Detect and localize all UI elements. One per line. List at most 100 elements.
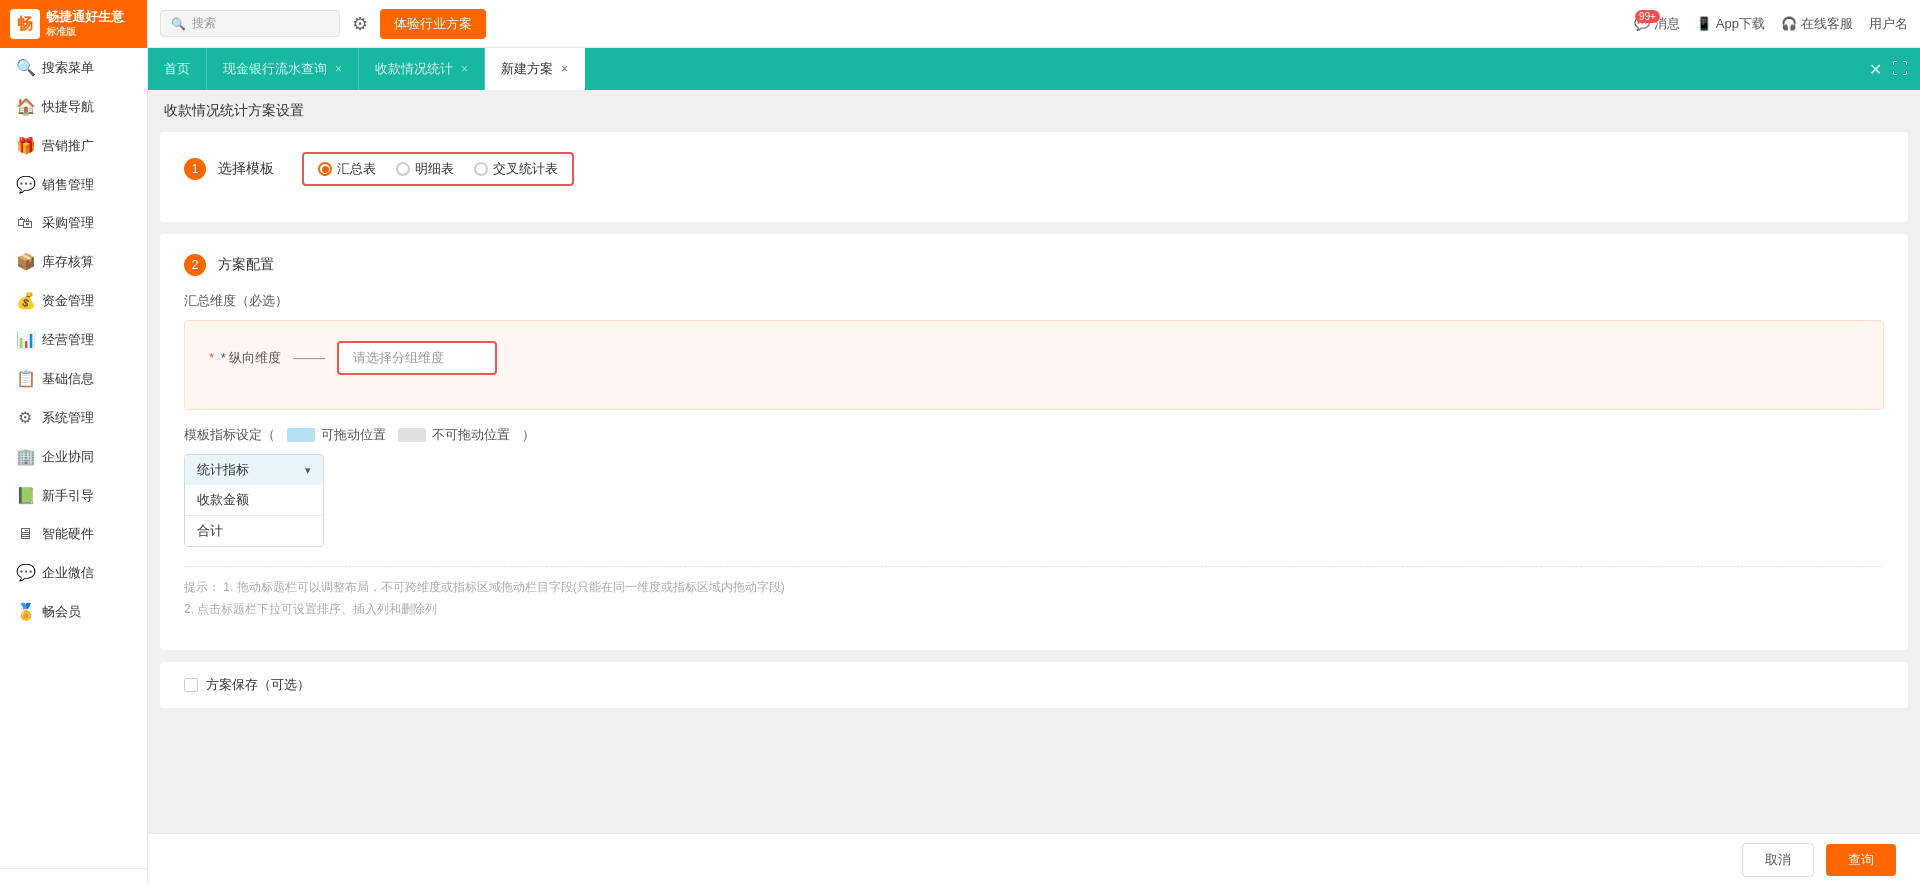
wechat-icon: 💬 <box>16 563 34 582</box>
row-label: * * 纵向维度 <box>209 349 281 367</box>
search-menu-label: 搜索菜单 <box>42 59 94 77</box>
app-label: App下载 <box>1716 15 1765 33</box>
cancel-button[interactable]: 取消 <box>1742 843 1814 877</box>
radio-cross-circle <box>474 162 488 176</box>
sidebar-item-base-info[interactable]: 📋 基础信息 <box>0 359 147 398</box>
metrics-row-total-label: 合计 <box>197 523 223 538</box>
sidebar-item-quick-nav[interactable]: 🏠快捷导航 <box>0 87 147 126</box>
tab-expand-icon[interactable]: ⛶ <box>1892 60 1908 78</box>
tab-collection-stat[interactable]: 收款情况统计 × <box>359 48 485 90</box>
sidebar-footer <box>0 868 147 885</box>
row-label-text: * 纵向维度 <box>221 350 282 365</box>
step1-section: 1 选择模板 汇总表 明细表 交叉统计表 <box>184 152 1884 186</box>
tip-2-text: 2. 点击标题栏下拉可设置排序、插入列和删除列 <box>184 602 437 616</box>
logo-icon: 畅 <box>10 9 40 39</box>
dimension-arrow: —— <box>293 349 325 367</box>
sidebar-item-search-menu[interactable]: 🔍 搜索菜单 <box>0 48 147 87</box>
step2-num: 2 <box>184 254 206 276</box>
sidebar-item-purchase[interactable]: 🛍采购管理 <box>0 204 147 242</box>
capital-label: 资金管理 <box>42 292 94 310</box>
topbar-right: 💬 99+ 消息 📱 App下载 🎧 在线客服 用户名 <box>1634 15 1908 33</box>
radio-summary-circle <box>318 162 332 176</box>
online-service-btn[interactable]: 🎧 在线客服 <box>1781 15 1853 33</box>
page-title: 收款情况统计方案设置 <box>160 102 1908 120</box>
metrics-config: 模板指标设定（ 可拖动位置 不可拖动位置 ） 统计指标 ▾ <box>184 426 1884 630</box>
sidebar-item-capital[interactable]: 💰 资金管理 <box>0 281 147 320</box>
metrics-table-header: 统计指标 ▾ <box>185 455 323 485</box>
sidebar-item-smart-hw[interactable]: 🖥 智能硬件 <box>0 515 147 553</box>
system-icon: ⚙ <box>16 408 34 427</box>
search-box[interactable]: 🔍 搜索 <box>160 10 340 37</box>
app-icon: 📱 <box>1696 16 1712 31</box>
not-draggable-box <box>398 428 426 442</box>
search-menu-icon: 🔍 <box>16 58 34 77</box>
query-button[interactable]: 查询 <box>1826 844 1896 876</box>
step1-label: 选择模板 <box>218 160 274 178</box>
tab-home[interactable]: 首页 <box>148 48 207 90</box>
step2-label: 方案配置 <box>218 256 274 274</box>
sidebar-item-inventory[interactable]: 📦库存核算 <box>0 242 147 281</box>
quick-nav-label: 快捷导航 <box>42 98 94 116</box>
user-avatar[interactable]: 用户名 <box>1869 15 1908 33</box>
guide-label: 新手引导 <box>42 487 94 505</box>
dimension-area: * * 纵向维度 —— 请选择分组维度 <box>184 320 1884 410</box>
step1-card: 1 选择模板 汇总表 明细表 交叉统计表 <box>160 132 1908 222</box>
sidebar-item-member[interactable]: 🏅畅会员 <box>0 592 147 631</box>
service-icon: 🎧 <box>1781 16 1797 31</box>
metrics-table-title: 统计指标 <box>197 461 249 479</box>
radio-cross-label: 交叉统计表 <box>493 160 558 178</box>
tip-prefix: 提示： <box>184 580 220 594</box>
tips-section: 提示： 1. 拖动标题栏可以调整布局，不可跨维度或指标区域拖动栏目字段(只能在同… <box>184 566 1884 630</box>
tab-collection-stat-close[interactable]: × <box>461 62 468 76</box>
radio-detail-label: 明细表 <box>415 160 454 178</box>
sidebar-item-wechat[interactable]: 💬 企业微信 <box>0 553 147 592</box>
required-star: * <box>209 350 214 365</box>
metrics-header-text: 模板指标设定（ <box>184 426 275 444</box>
member-icon: 🏅 <box>16 602 34 621</box>
logo-sub: 标准版 <box>46 25 124 39</box>
sidebar-item-enterprise[interactable]: 🏢企业协同 <box>0 437 147 476</box>
tab-bank-flow-close[interactable]: × <box>335 62 342 76</box>
tab-new-plan[interactable]: 新建方案 × <box>485 48 585 90</box>
tab-close-all-icon[interactable]: ✕ <box>1869 60 1882 79</box>
operations-label: 经营管理 <box>42 331 94 349</box>
sidebar-item-system[interactable]: ⚙系统管理 <box>0 398 147 437</box>
metrics-row-total: 合计 <box>185 515 323 546</box>
radio-summary[interactable]: 汇总表 <box>318 160 376 178</box>
tab-new-plan-label: 新建方案 <box>501 60 553 78</box>
smart-hw-icon: 🖥 <box>16 525 34 543</box>
sidebar-item-operations[interactable]: 📊经营管理 <box>0 320 147 359</box>
app-logo: 畅 畅捷通好生意 标准版 <box>0 0 147 48</box>
metrics-dropdown-icon[interactable]: ▾ <box>305 464 311 477</box>
save-checkbox[interactable] <box>184 678 198 692</box>
logo-name: 畅捷通好生意 <box>46 9 124 25</box>
tab-new-plan-close[interactable]: × <box>561 62 568 76</box>
draggable-label: 可拖动位置 <box>321 426 386 444</box>
sidebar-item-marketing[interactable]: 🎁营销推广 <box>0 126 147 165</box>
tabbar-actions: ✕ ⛶ <box>1857 48 1920 90</box>
tab-home-label: 首页 <box>164 60 190 78</box>
app-download-btn[interactable]: 📱 App下载 <box>1696 15 1765 33</box>
settings-icon[interactable]: ⚙ <box>348 9 372 39</box>
sidebar-item-guide[interactable]: 📗新手引导 <box>0 476 147 515</box>
radio-cross[interactable]: 交叉统计表 <box>474 160 558 178</box>
base-info-label: 基础信息 <box>42 370 94 388</box>
industry-btn[interactable]: 体验行业方案 <box>380 9 486 39</box>
radio-detail[interactable]: 明细表 <box>396 160 454 178</box>
dimension-select[interactable]: 请选择分组维度 <box>337 341 497 375</box>
base-info-icon: 📋 <box>16 369 34 388</box>
wechat-label: 企业微信 <box>42 564 94 582</box>
search-placeholder: 搜索 <box>192 15 216 32</box>
purchase-label: 采购管理 <box>42 214 94 232</box>
draggable-box <box>287 428 315 442</box>
smart-hw-label: 智能硬件 <box>42 525 94 543</box>
not-draggable-legend: 不可拖动位置 <box>398 426 510 444</box>
messages-btn[interactable]: 💬 99+ 消息 <box>1634 15 1680 33</box>
capital-icon: 💰 <box>16 291 34 310</box>
tip-1-text: 1. 拖动标题栏可以调整布局，不可跨维度或指标区域拖动栏目字段(只能在同一维度或… <box>223 580 784 594</box>
tab-bank-flow[interactable]: 现金银行流水查询 × <box>207 48 359 90</box>
dimension-row: * * 纵向维度 —— 请选择分组维度 <box>209 341 1859 375</box>
dimension-title: 汇总维度（必选） <box>184 292 1884 310</box>
sidebar-item-sales[interactable]: 💬销售管理 <box>0 165 147 204</box>
metrics-table: 统计指标 ▾ 收款金额 合计 <box>184 454 324 547</box>
